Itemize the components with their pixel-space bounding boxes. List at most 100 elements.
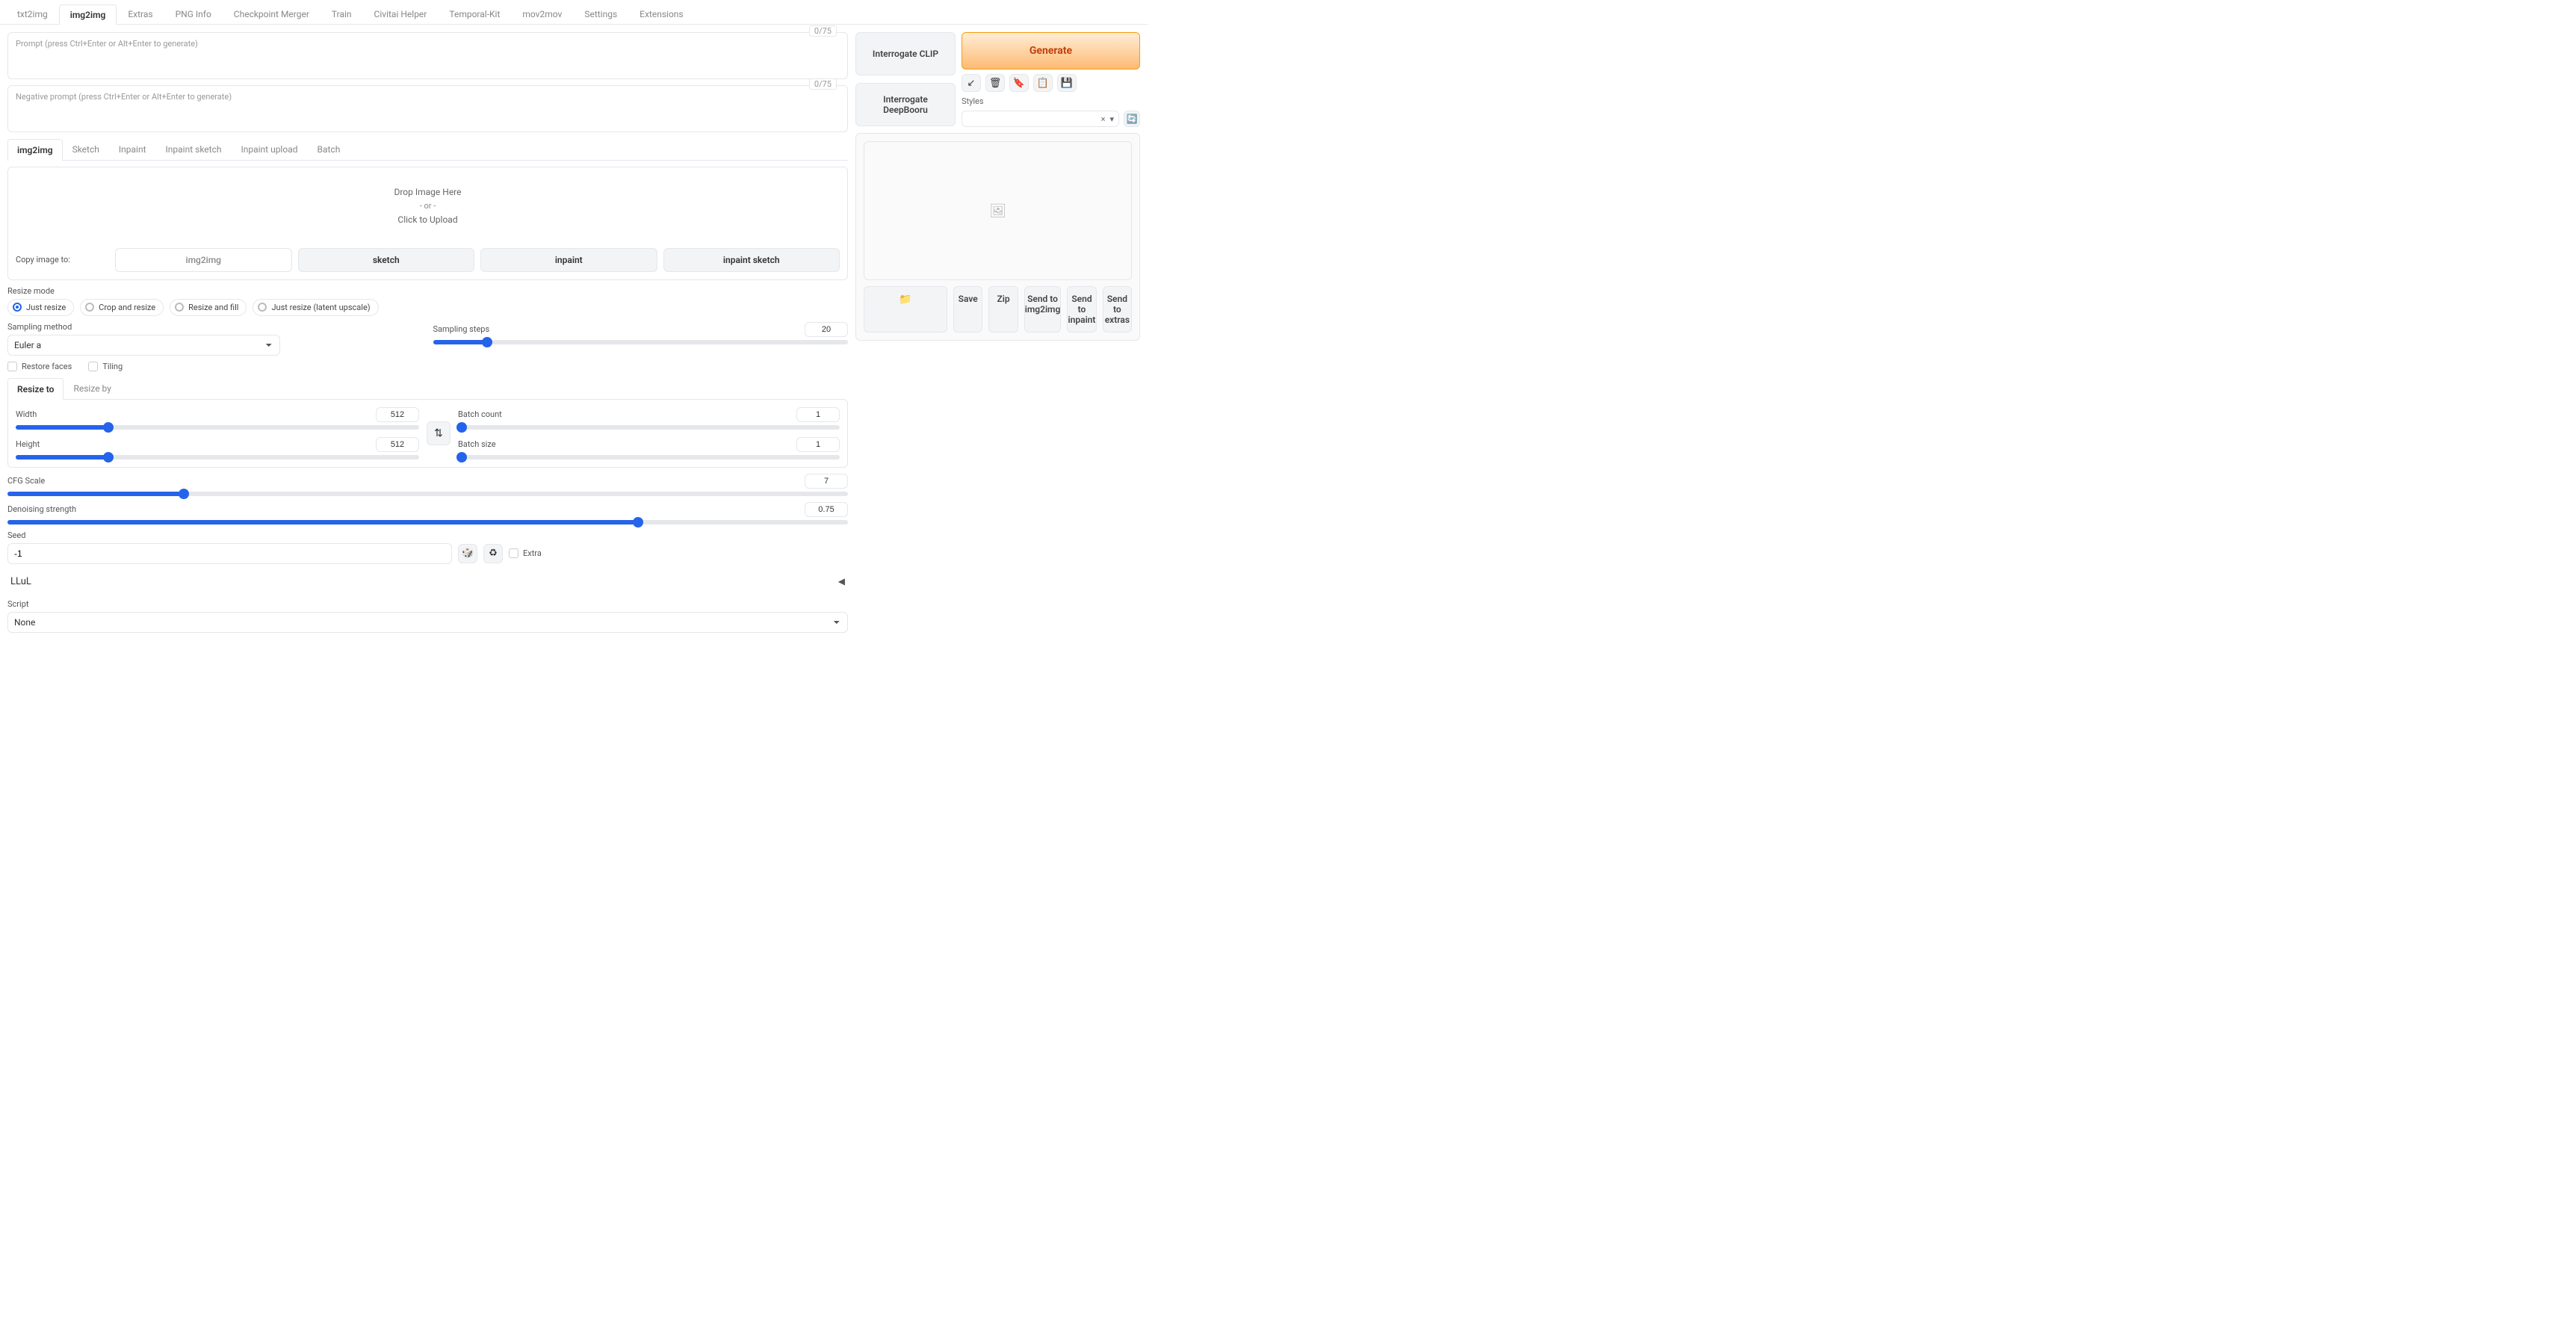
sampling-method-select[interactable]: Euler a: [7, 335, 280, 356]
denoising-strength-label: Denoising strength: [7, 504, 76, 514]
tab-civitai-helper[interactable]: Civitai Helper: [363, 4, 439, 24]
seed-extra-checkbox[interactable]: Extra: [509, 548, 542, 558]
resize-mode-latent-upscale[interactable]: Just resize (latent upscale): [253, 299, 378, 316]
send-to-img2img-button[interactable]: Send to img2img: [1024, 286, 1062, 332]
image-placeholder-icon: 🖼: [989, 203, 1006, 219]
tab-extras[interactable]: Extras: [117, 4, 164, 24]
sampling-steps-slider[interactable]: [433, 340, 849, 344]
refresh-styles-button[interactable]: 🔄: [1124, 111, 1140, 127]
batch-count-slider[interactable]: [458, 425, 840, 430]
subtab-sketch[interactable]: Sketch: [63, 138, 109, 160]
dropzone-upload-text: Click to Upload: [16, 213, 840, 227]
tab-png-info[interactable]: PNG Info: [164, 4, 223, 24]
styles-select[interactable]: × ▾: [962, 111, 1119, 127]
sampling-steps-input[interactable]: [805, 322, 848, 337]
folder-icon: 📁: [899, 294, 911, 306]
copy-to-img2img-button[interactable]: img2img: [115, 248, 292, 272]
seed-random-button[interactable]: 🎲: [458, 544, 477, 563]
styles-label: Styles: [962, 96, 1140, 106]
img2img-subtabs: img2img Sketch Inpaint Inpaint sketch In…: [7, 138, 848, 161]
resize-mode-crop-and-resize[interactable]: Crop and resize: [80, 299, 164, 316]
batch-size-input[interactable]: [796, 437, 840, 452]
height-label: Height: [16, 439, 40, 449]
interrogate-deepbooru-button[interactable]: Interrogate DeepBooru: [855, 83, 956, 126]
width-input[interactable]: [376, 407, 419, 422]
clear-icon[interactable]: ×: [1101, 114, 1106, 124]
clipboard-icon: 📋: [1037, 78, 1049, 89]
tab-settings[interactable]: Settings: [573, 4, 628, 24]
tab-temporal-kit[interactable]: Temporal-Kit: [438, 4, 511, 24]
tab-txt2img[interactable]: txt2img: [6, 4, 59, 24]
copy-to-inpaint-sketch-button[interactable]: inpaint sketch: [663, 248, 840, 272]
copy-to-sketch-button[interactable]: sketch: [298, 248, 475, 272]
batch-size-slider[interactable]: [458, 455, 840, 460]
apply-style-button[interactable]: 📋: [1033, 74, 1053, 92]
width-slider[interactable]: [16, 425, 419, 430]
subtab-inpaint[interactable]: Inpaint: [109, 138, 156, 160]
resize-mode-just-resize[interactable]: Just resize: [7, 299, 74, 316]
radio-dot-icon: [13, 303, 22, 312]
resize-to-tab[interactable]: Resize to: [7, 378, 64, 400]
negative-prompt-input[interactable]: [8, 86, 847, 129]
resize-by-tab[interactable]: Resize by: [64, 377, 120, 399]
dropzone-or: - or -: [16, 199, 840, 213]
open-folder-button[interactable]: 📁: [864, 286, 947, 332]
bookmark-icon: 🔖: [1013, 78, 1025, 89]
tab-extensions[interactable]: Extensions: [628, 4, 694, 24]
subtab-img2img[interactable]: img2img: [7, 139, 63, 161]
seed-input[interactable]: [7, 543, 452, 564]
prompt-token-counter: 0/75: [809, 25, 837, 37]
subtab-batch[interactable]: Batch: [307, 138, 350, 160]
image-drop-zone[interactable]: Drop Image Here - or - Click to Upload: [16, 175, 840, 241]
height-input[interactable]: [376, 437, 419, 452]
resize-mode-radios: Just resize Crop and resize Resize and f…: [7, 299, 848, 316]
sampling-method-label: Sampling method: [7, 322, 423, 332]
radio-dot-icon: [85, 303, 94, 312]
dropzone-text: Drop Image Here: [16, 185, 840, 199]
refresh-icon: 🔄: [1127, 114, 1138, 124]
cfg-scale-slider[interactable]: [7, 492, 848, 496]
recycle-icon: ♻: [489, 548, 498, 559]
zip-button[interactable]: Zip: [988, 286, 1018, 332]
llul-accordion[interactable]: LLuL ◀: [7, 570, 848, 593]
tiling-checkbox[interactable]: Tiling: [88, 362, 123, 371]
extra-networks-button[interactable]: 🔖: [1009, 74, 1029, 92]
save-button[interactable]: Save: [953, 286, 982, 332]
seed-reuse-button[interactable]: ♻: [483, 544, 503, 563]
paste-button[interactable]: ↙: [962, 74, 981, 92]
save-icon: 💾: [1061, 78, 1073, 89]
interrogate-clip-button[interactable]: Interrogate CLIP: [855, 32, 956, 75]
send-to-inpaint-button[interactable]: Send to inpaint: [1067, 286, 1096, 332]
clear-prompt-button[interactable]: 🗑: [985, 74, 1005, 92]
height-slider[interactable]: [16, 455, 419, 460]
send-to-extras-button[interactable]: Send to extras: [1103, 286, 1132, 332]
tab-img2img[interactable]: img2img: [59, 4, 117, 25]
denoising-strength-slider[interactable]: [7, 520, 848, 525]
chevron-left-icon: ◀: [838, 576, 845, 587]
generate-button[interactable]: Generate: [962, 32, 1140, 69]
main-tabs: txt2img img2img Extras PNG Info Checkpoi…: [0, 0, 1148, 25]
image-panel: Drop Image Here - or - Click to Upload C…: [7, 167, 848, 280]
seed-label: Seed: [7, 530, 848, 540]
copy-to-inpaint-button[interactable]: inpaint: [480, 248, 657, 272]
output-preview[interactable]: 🖼: [864, 141, 1132, 280]
resize-mode-label: Resize mode: [7, 286, 848, 296]
batch-count-input[interactable]: [796, 407, 840, 422]
sampling-steps-label: Sampling steps: [433, 324, 490, 334]
tab-train[interactable]: Train: [321, 4, 363, 24]
checkbox-icon: [88, 362, 98, 371]
resize-mode-resize-and-fill[interactable]: Resize and fill: [170, 299, 247, 316]
save-style-button[interactable]: 💾: [1057, 74, 1077, 92]
denoising-strength-input[interactable]: [805, 502, 848, 517]
prompt-input[interactable]: [8, 33, 847, 76]
subtab-inpaint-sketch[interactable]: Inpaint sketch: [156, 138, 232, 160]
dice-icon: 🎲: [462, 548, 474, 559]
chevron-down-icon: ▾: [1109, 114, 1114, 124]
subtab-inpaint-upload[interactable]: Inpaint upload: [231, 138, 307, 160]
tab-mov2mov[interactable]: mov2mov: [511, 4, 573, 24]
restore-faces-checkbox[interactable]: Restore faces: [7, 362, 72, 371]
cfg-scale-input[interactable]: [805, 474, 848, 489]
tab-checkpoint-merger[interactable]: Checkpoint Merger: [223, 4, 321, 24]
swap-dimensions-button[interactable]: ⇅: [427, 421, 451, 445]
script-select[interactable]: None: [7, 612, 848, 633]
